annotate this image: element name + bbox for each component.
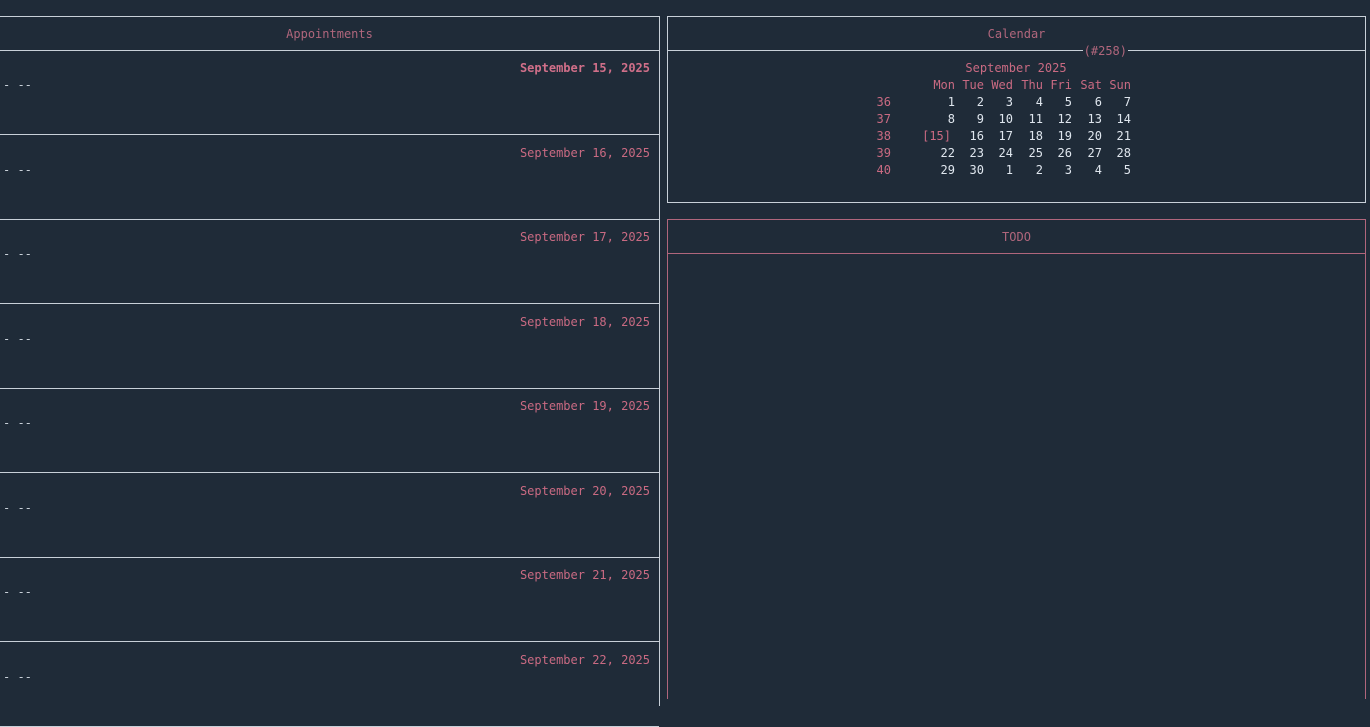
appointment-day[interactable]: September 20, 2025 - --: [0, 474, 659, 558]
appointment-date: September 21, 2025: [519, 568, 650, 582]
todo-title: TODO: [1002, 230, 1031, 244]
appointment-date: September 22, 2025: [519, 652, 650, 667]
appointment-entry[interactable]: - --: [3, 500, 32, 516]
calendar-day[interactable]: 7: [1109, 94, 1131, 110]
calendar-day[interactable]: 25: [1021, 145, 1043, 161]
appointment-date: September 18, 2025: [519, 314, 650, 329]
calendar-day[interactable]: 18: [1021, 128, 1043, 144]
calendar-panel: Calendar (#258) September 2025 Mon Tue Wed…: [667, 16, 1366, 203]
appointment-day[interactable]: September 19, 2025 - --: [0, 389, 659, 473]
calendar-day[interactable]: 11: [1021, 111, 1043, 127]
calendar-title-divider: [668, 50, 1365, 51]
calendar-day[interactable]: 8: [933, 111, 955, 127]
appointments-title: Appointments: [286, 27, 373, 41]
calendar-weekday-label: Sun: [1109, 78, 1131, 92]
appointment-date: September 19, 2025: [519, 399, 650, 413]
appointment-entry[interactable]: - --: [3, 77, 32, 93]
calendar-weekday-label: Fri: [1050, 78, 1072, 92]
calendar-day[interactable]: 10: [991, 111, 1013, 127]
calendar-weekday-label: Sat: [1080, 78, 1102, 92]
appointment-day-list: September 15, 2025- -- September 16, 2025…: [0, 51, 659, 727]
calendar-weekday-label: Mon: [933, 78, 955, 92]
appointment-date: September 16, 2025: [519, 145, 650, 160]
calendar-day[interactable]: 9: [962, 111, 984, 127]
calendar-day[interactable]: 1: [933, 94, 955, 110]
calendar-day[interactable]: 17: [991, 128, 1013, 144]
appointment-day[interactable]: September 22, 2025 - --: [0, 643, 659, 727]
calendar-week-number: 38: [876, 129, 891, 143]
appointment-day-divider: [0, 725, 659, 727]
calendar-day[interactable]: 12: [1050, 111, 1072, 127]
calendar-day[interactable]: 16: [962, 128, 984, 144]
calendar-day[interactable]: 27: [1080, 145, 1102, 161]
calendar-week-number: 39: [876, 146, 891, 160]
calendar-weekday-label: Wed: [991, 78, 1013, 92]
calendar-day[interactable]: 2: [962, 94, 984, 110]
calendar-day[interactable]: 28: [1109, 145, 1131, 161]
appointment-entry[interactable]: - --: [3, 246, 32, 262]
calendar-weekday-label: Thu: [1021, 78, 1043, 92]
appointment-day[interactable]: September 17, 2025 - --: [0, 220, 659, 304]
calendar-month-label: September 2025: [965, 61, 1067, 75]
appointment-date: September 20, 2025: [519, 483, 650, 498]
calendar-day[interactable]: 5: [1109, 162, 1131, 178]
appointment-day[interactable]: September 16, 2025 - --: [0, 136, 659, 220]
calendar-day[interactable]: 1: [991, 162, 1013, 178]
calendar-day[interactable]: 3: [991, 94, 1013, 110]
calendar-day[interactable]: 3: [1050, 162, 1072, 178]
calendar-day[interactable]: 14: [1109, 111, 1131, 127]
calendar-day[interactable]: 21: [1109, 128, 1131, 144]
appointment-day[interactable]: September 21, 2025 - --: [0, 558, 659, 642]
calendar-weekday-label: Tue: [962, 78, 984, 92]
calendar-week-number: 37: [876, 112, 891, 126]
calendar-day[interactable]: 2: [1021, 162, 1043, 178]
calendar-day[interactable]: 13: [1080, 111, 1102, 127]
calendar-week-number: 36: [876, 95, 891, 109]
calendar-day-today[interactable]: [15]: [917, 128, 951, 144]
todo-panel: TODO: [667, 219, 1366, 699]
calendar-week-number: 40: [876, 163, 891, 177]
appointment-entry[interactable]: - --: [3, 162, 32, 178]
calendar-day[interactable]: 20: [1080, 128, 1102, 144]
appointments-panel: Appointments September 15, 2025- -- Septe…: [0, 16, 660, 727]
appointment-date: September 15, 2025: [519, 61, 650, 75]
appointment-date: September 17, 2025: [519, 230, 650, 244]
calendar-day[interactable]: 22: [933, 145, 955, 161]
appointment-day[interactable]: September 15, 2025 - --: [0, 51, 659, 135]
calendar-day[interactable]: 26: [1050, 145, 1072, 161]
calendar-day[interactable]: 4: [1021, 94, 1043, 110]
calendar-day[interactable]: 6: [1080, 94, 1102, 110]
calendar-day[interactable]: 23: [962, 145, 984, 161]
calendar-day[interactable]: 30: [962, 162, 984, 178]
calendar-count: (#258): [1082, 43, 1128, 59]
calendar-day[interactable]: 29: [933, 162, 955, 178]
calendar-day[interactable]: 24: [991, 145, 1013, 161]
calendar-day[interactable]: 5: [1050, 94, 1072, 110]
calendar-day[interactable]: 19: [1050, 128, 1072, 144]
appointment-entry[interactable]: - --: [3, 584, 32, 600]
appointment-entry[interactable]: - --: [3, 669, 32, 685]
appointment-entry[interactable]: - --: [3, 415, 32, 431]
calendar-day[interactable]: 4: [1080, 162, 1102, 178]
appointment-day[interactable]: September 18, 2025 - --: [0, 305, 659, 389]
calendar-title: Calendar: [987, 27, 1046, 41]
todo-list[interactable]: [668, 254, 1365, 699]
appointment-entry[interactable]: - --: [3, 331, 32, 347]
